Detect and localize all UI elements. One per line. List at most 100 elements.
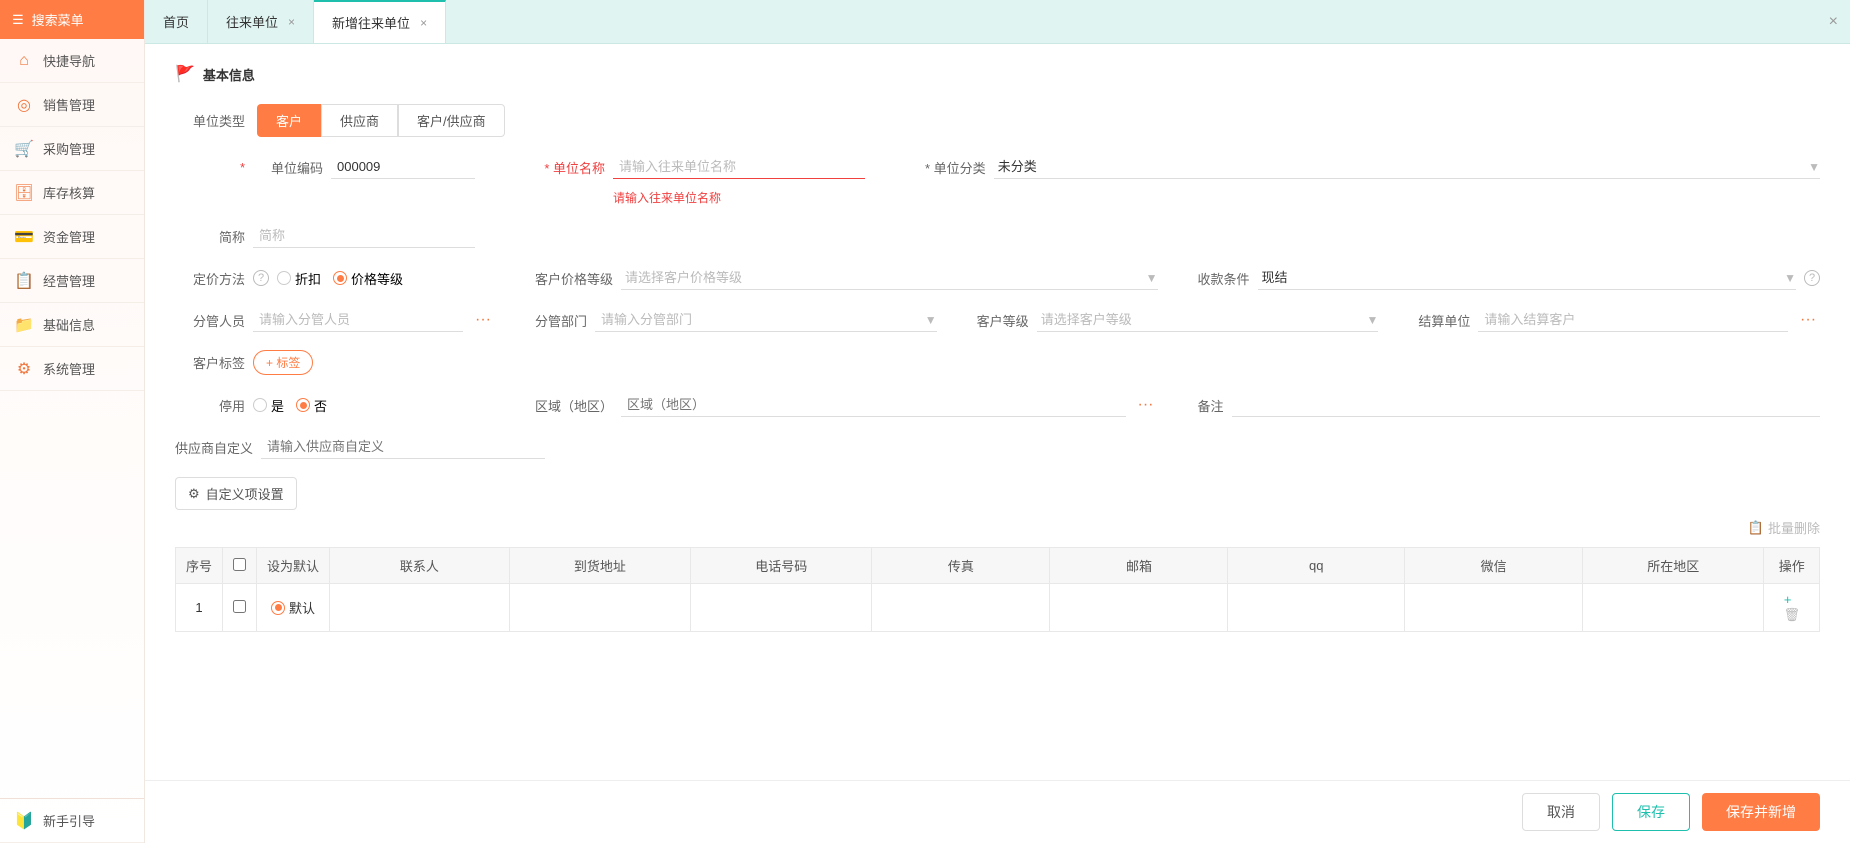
settlement-unit-input[interactable] bbox=[1478, 308, 1788, 332]
search-menu[interactable]: ☰ 搜索菜单 bbox=[0, 0, 144, 39]
unit-category-select-wrap: 未分类 ▼ bbox=[994, 155, 1820, 179]
col-wechat: 微信 bbox=[1405, 548, 1583, 584]
collection-terms-select-wrap: 现结 ▼ bbox=[1258, 266, 1796, 290]
unit-category-select[interactable]: 未分类 bbox=[994, 155, 1808, 178]
row-wechat[interactable] bbox=[1405, 584, 1583, 632]
sidebar-item-quick-nav[interactable]: ⌂ 快捷导航 bbox=[0, 39, 144, 83]
row-checkbox[interactable] bbox=[233, 600, 246, 613]
row-wechat-input[interactable] bbox=[1415, 600, 1572, 615]
short-name-row: 简称 bbox=[175, 224, 1820, 248]
row-address[interactable] bbox=[509, 584, 690, 632]
add-tag-btn[interactable]: + 标签 bbox=[253, 350, 313, 375]
batch-delete-btn[interactable]: 📋 批量删除 bbox=[1748, 518, 1820, 537]
remark-input[interactable] bbox=[1232, 393, 1820, 417]
region-group: 区域（地区） ··· bbox=[535, 393, 1158, 417]
customer-price-arrow: ▼ bbox=[1146, 271, 1158, 285]
select-all-checkbox[interactable] bbox=[233, 558, 246, 571]
customer-level-arrow: ▼ bbox=[1366, 313, 1378, 327]
unit-type-btn-both[interactable]: 客户/供应商 bbox=[398, 104, 505, 137]
search-icon: ☰ bbox=[12, 12, 24, 28]
section-title-basic-info: 🚩 基本信息 bbox=[175, 64, 1820, 84]
custom-settings-btn[interactable]: ⚙ 自定义项设置 bbox=[175, 477, 297, 510]
sidebar-item-sys-mgmt[interactable]: ⚙ 系统管理 bbox=[0, 347, 144, 391]
sidebar-bottom: 🔰 新手引导 bbox=[0, 798, 144, 843]
row-phone[interactable] bbox=[691, 584, 872, 632]
unit-category-label: 单位分类 bbox=[934, 161, 986, 176]
remark-label: 备注 bbox=[1198, 396, 1224, 415]
row-add-btn[interactable]: + bbox=[1784, 592, 1792, 607]
row-address-input[interactable] bbox=[520, 600, 680, 615]
purchase-icon: 🛒 bbox=[15, 140, 33, 158]
customer-level-select[interactable]: 请选择客户等级 bbox=[1037, 308, 1367, 331]
col-address: 到货地址 bbox=[509, 548, 690, 584]
save-button[interactable]: 保存 bbox=[1612, 793, 1690, 831]
dept-input[interactable] bbox=[595, 308, 925, 331]
manager-more-btn[interactable]: ··· bbox=[471, 309, 495, 331]
tab-trading-units-close[interactable]: × bbox=[288, 15, 295, 29]
unit-name-input[interactable] bbox=[613, 155, 865, 179]
row-qq-input[interactable] bbox=[1238, 600, 1394, 615]
pricing-level-label: 价格等级 bbox=[351, 269, 403, 288]
short-name-input[interactable] bbox=[253, 224, 475, 248]
settlement-unit-group: 结算单位 ··· bbox=[1418, 308, 1820, 332]
unit-type-btn-customer[interactable]: 客户 bbox=[257, 104, 321, 137]
cancel-button[interactable]: 取消 bbox=[1522, 793, 1600, 831]
tab-home[interactable]: 首页 bbox=[145, 0, 208, 43]
row-phone-input[interactable] bbox=[701, 600, 861, 615]
row-region-input[interactable] bbox=[1593, 600, 1753, 615]
sidebar-item-base-info[interactable]: 📁 基础信息 bbox=[0, 303, 144, 347]
row-email-input[interactable] bbox=[1060, 600, 1217, 615]
sidebar-label-base-info: 基础信息 bbox=[43, 315, 95, 334]
region-input[interactable] bbox=[621, 393, 1126, 417]
region-label: 区域（地区） bbox=[535, 396, 613, 415]
unit-type-btn-supplier[interactable]: 供应商 bbox=[321, 104, 398, 137]
disable-no-dot bbox=[296, 398, 310, 412]
sidebar-item-operations[interactable]: 📋 经营管理 bbox=[0, 259, 144, 303]
row-default-dot bbox=[271, 601, 285, 615]
tab-new-trading-unit[interactable]: 新增往来单位 × bbox=[314, 0, 446, 43]
row-contact-input[interactable] bbox=[340, 600, 499, 615]
manager-group: 分管人员 ··· bbox=[175, 308, 495, 332]
contact-table: 序号 设为默认 联系人 到货地址 电话号码 传真 邮箱 qq 微信 所在地区 操… bbox=[175, 547, 1820, 632]
tab-new-trading-unit-close[interactable]: × bbox=[420, 16, 427, 30]
row-region[interactable] bbox=[1583, 584, 1764, 632]
row-email[interactable] bbox=[1050, 584, 1228, 632]
row-qq[interactable] bbox=[1228, 584, 1405, 632]
custom-settings-label: 自定义项设置 bbox=[206, 484, 284, 503]
manager-input[interactable] bbox=[253, 308, 463, 332]
supplier-custom-input[interactable] bbox=[261, 435, 545, 459]
pricing-radio-discount[interactable]: 折扣 bbox=[277, 269, 321, 288]
sidebar-item-purchase[interactable]: 🛒 采购管理 bbox=[0, 127, 144, 171]
tab-trading-units[interactable]: 往来单位 × bbox=[208, 0, 314, 43]
pricing-help-icon[interactable]: ? bbox=[253, 270, 269, 286]
collection-help-icon[interactable]: ? bbox=[1804, 270, 1820, 286]
customer-price-select[interactable]: 请选择客户价格等级 bbox=[621, 266, 1146, 289]
collection-terms-arrow: ▼ bbox=[1784, 271, 1796, 285]
unit-name-label: 单位名称 bbox=[553, 161, 605, 176]
row-fax[interactable] bbox=[872, 584, 1050, 632]
row-default-cell: 默认 bbox=[257, 584, 330, 632]
row-default-radio[interactable]: 默认 bbox=[267, 598, 319, 617]
sidebar: ☰ 搜索菜单 ⌂ 快捷导航 ◎ 销售管理 🛒 采购管理 🗄 库存核算 💳 资金管… bbox=[0, 0, 145, 843]
pricing-radio-level[interactable]: 价格等级 bbox=[333, 269, 403, 288]
tab-bar-close[interactable]: × bbox=[1829, 13, 1850, 31]
collection-terms-select[interactable]: 现结 bbox=[1258, 266, 1785, 289]
row-contact[interactable] bbox=[330, 584, 510, 632]
row-delete-btn[interactable]: 🗑 bbox=[1783, 607, 1800, 622]
settlement-unit-more-btn[interactable]: ··· bbox=[1796, 309, 1820, 331]
sidebar-item-inventory[interactable]: 🗄 库存核算 bbox=[0, 171, 144, 215]
sidebar-label-inventory: 库存核算 bbox=[43, 183, 95, 202]
sidebar-item-sales[interactable]: ◎ 销售管理 bbox=[0, 83, 144, 127]
col-phone: 电话号码 bbox=[691, 548, 872, 584]
row-fax-input[interactable] bbox=[882, 600, 1039, 615]
region-more-btn[interactable]: ··· bbox=[1134, 394, 1158, 416]
remark-group: 备注 bbox=[1198, 393, 1821, 417]
disable-no-item[interactable]: 否 bbox=[296, 396, 327, 415]
unit-code-input[interactable] bbox=[331, 155, 475, 179]
unit-type-group: 单位类型 客户 供应商 客户/供应商 bbox=[175, 104, 505, 137]
sidebar-item-new-guide[interactable]: 🔰 新手引导 bbox=[0, 799, 144, 843]
disable-yes-item[interactable]: 是 bbox=[253, 396, 284, 415]
code-name-category-row: 单位编码 * 单位名称 请输入往来单位名称 * 单位分类 未分类 bbox=[175, 155, 1820, 206]
save-add-button[interactable]: 保存并新增 bbox=[1702, 793, 1820, 831]
sidebar-item-finance[interactable]: 💳 资金管理 bbox=[0, 215, 144, 259]
